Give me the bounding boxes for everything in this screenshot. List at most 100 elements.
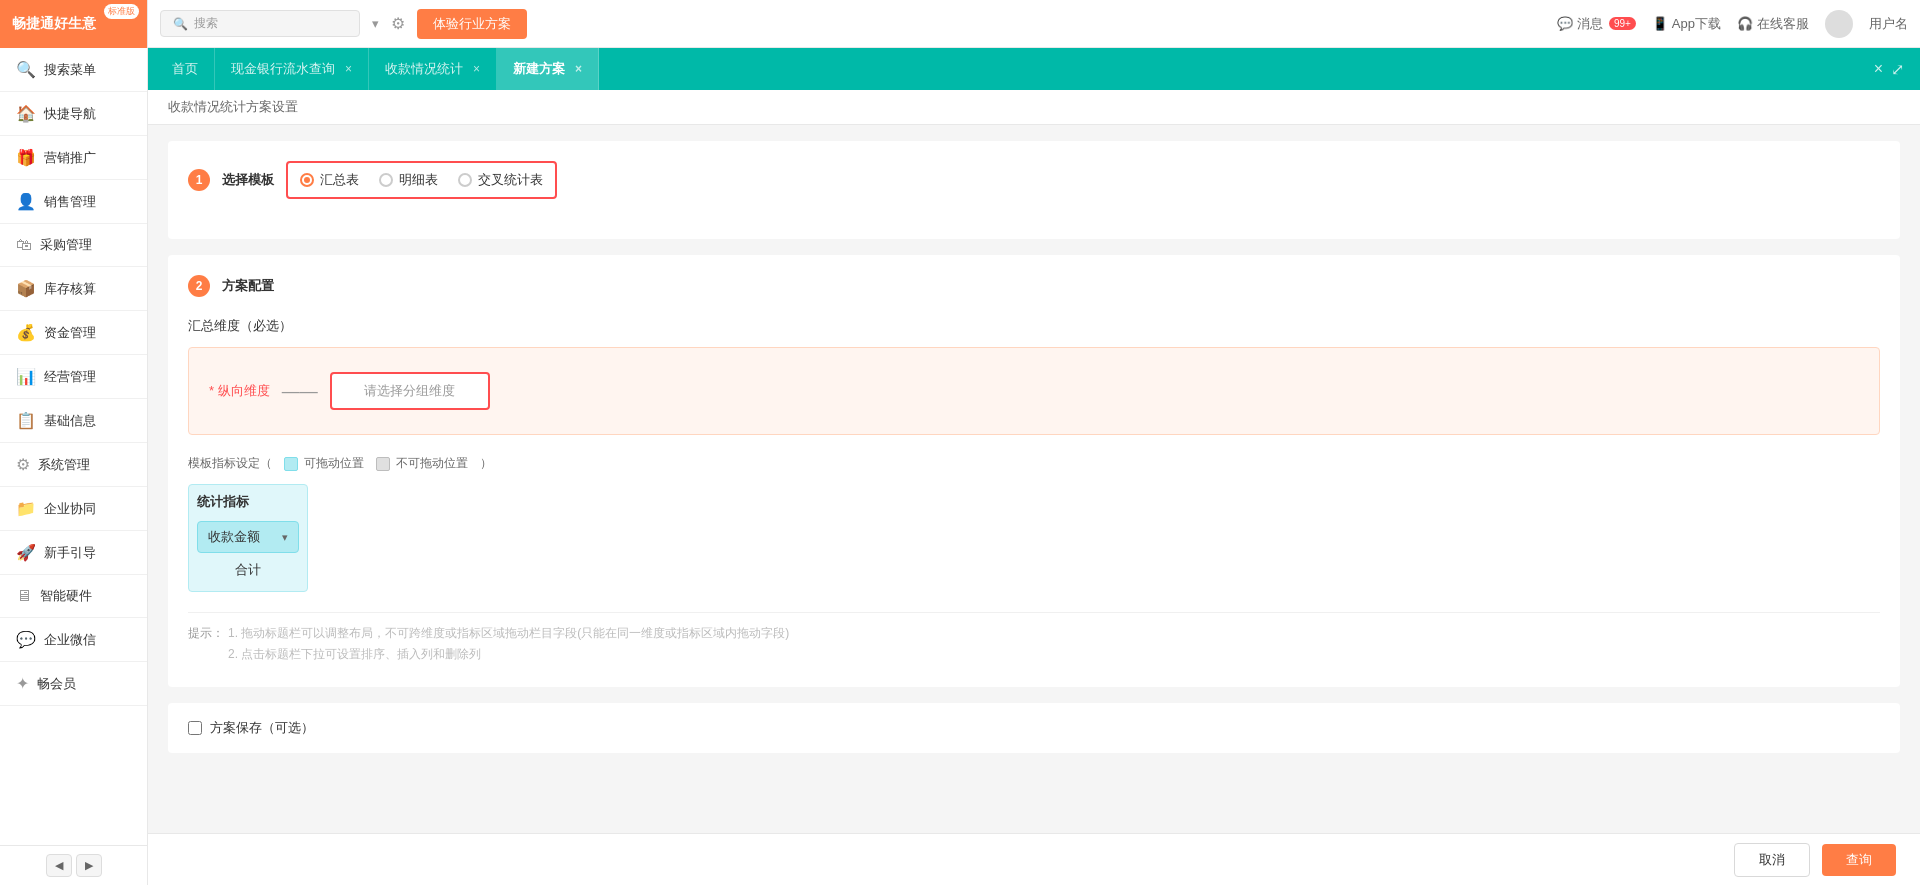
sidebar-item-sys-mgmt[interactable]: ⚙ 系统管理 xyxy=(0,443,147,487)
tips-row: 提示： 1. 拖动标题栏可以调整布局，不可跨维度或指标区域拖动栏目字段(只能在同… xyxy=(188,625,1880,667)
radio-cross-label: 交叉统计表 xyxy=(478,171,543,189)
sidebar-item-member[interactable]: ✦ 畅会员 xyxy=(0,662,147,706)
radio-detail[interactable]: 明细表 xyxy=(379,171,438,189)
sidebar-item-hardware[interactable]: 🖥 智能硬件 xyxy=(0,575,147,618)
sidebar-item-sales[interactable]: 👤 销售管理 xyxy=(0,180,147,224)
sidebar-item-inventory[interactable]: 📦 库存核算 xyxy=(0,267,147,311)
funds-label: 资金管理 xyxy=(44,324,96,342)
sidebar-item-operation[interactable]: 📊 经营管理 xyxy=(0,355,147,399)
draggable-legend: 可拖动位置 xyxy=(284,455,364,472)
non-draggable-legend: 不可拖动位置 xyxy=(376,455,468,472)
user-avatar[interactable] xyxy=(1825,10,1853,38)
query-button[interactable]: 查询 xyxy=(1822,844,1896,876)
vertical-dimension-label: * 纵向维度 xyxy=(209,382,270,400)
sidebar-bottom: ◀ ▶ xyxy=(0,845,147,885)
tab-label-bank-flow: 现金银行流水查询 xyxy=(231,60,335,78)
step1-title: 选择模板 xyxy=(222,171,274,189)
step2-row: 2 方案配置 xyxy=(188,275,1880,297)
operation-label: 经营管理 xyxy=(44,368,96,386)
content-area: 收款情况统计方案设置 1 选择模板 汇总表 xyxy=(148,90,1920,833)
radio-cross[interactable]: 交叉统计表 xyxy=(458,171,543,189)
non-draggable-legend-label: 不可拖动位置 xyxy=(396,455,468,472)
marketing-label: 营销推广 xyxy=(44,149,96,167)
notification-icon: 💬 xyxy=(1557,16,1573,31)
sidebar-item-guide[interactable]: 🚀 新手引导 xyxy=(0,531,147,575)
tab-close-new-plan[interactable]: × xyxy=(575,62,582,76)
indicator-tag-label: 收款金额 xyxy=(208,528,260,546)
topbar-right: 💬 消息 99+ 📱 App下载 🎧 在线客服 用户名 xyxy=(1557,10,1908,38)
tip-item-1: 1. 拖动标题栏可以调整布局，不可跨维度或指标区域拖动栏目字段(只能在同一维度或… xyxy=(228,625,789,642)
radio-summary[interactable]: 汇总表 xyxy=(300,171,359,189)
tab-home[interactable]: 首页 xyxy=(156,48,215,90)
indicator-total: 合计 xyxy=(197,557,299,583)
download-item[interactable]: 📱 App下载 xyxy=(1652,15,1721,33)
template-options-box: 汇总表 明细表 交叉统计表 xyxy=(286,161,557,199)
wechat-icon: 💬 xyxy=(16,630,36,649)
main-area: 🔍 搜索 ▾ ⚙ 体验行业方案 💬 消息 99+ 📱 App下载 🎧 在线客服 … xyxy=(148,0,1920,885)
non-draggable-legend-box xyxy=(376,457,390,471)
sidebar-item-marketing[interactable]: 🎁 营销推广 xyxy=(0,136,147,180)
topbar: 🔍 搜索 ▾ ⚙ 体验行业方案 💬 消息 99+ 📱 App下载 🎧 在线客服 … xyxy=(148,0,1920,48)
expand-window-icon[interactable]: ⤢ xyxy=(1891,60,1904,79)
plan-config: 汇总维度（必选） * 纵向维度 —— 请选择分组维度 模板指标设定（ xyxy=(188,317,1880,667)
tab-bank-flow[interactable]: 现金银行流水查询 × xyxy=(215,48,369,90)
quick-nav-label: 快捷导航 xyxy=(44,105,96,123)
hardware-label: 智能硬件 xyxy=(40,587,92,605)
topbar-search[interactable]: 🔍 搜索 xyxy=(160,10,360,37)
save-checkbox[interactable] xyxy=(188,721,202,735)
tab-close-bank-flow[interactable]: × xyxy=(345,62,352,76)
sidebar-item-quick-nav[interactable]: 🏠 快捷导航 xyxy=(0,92,147,136)
notification-item[interactable]: 💬 消息 99+ xyxy=(1557,15,1636,33)
notification-label: 消息 xyxy=(1577,15,1603,33)
tab-label-new-plan: 新建方案 xyxy=(513,60,565,78)
indicator-tag-collection[interactable]: 收款金额 ▾ xyxy=(197,521,299,553)
search-menu-icon: 🔍 xyxy=(16,60,36,79)
sidebar-item-enterprise[interactable]: 📁 企业协同 xyxy=(0,487,147,531)
tab-collection-stat[interactable]: 收款情况统计 × xyxy=(369,48,497,90)
dimension-area: * 纵向维度 —— 请选择分组维度 xyxy=(188,347,1880,435)
radio-dot-cross xyxy=(458,173,472,187)
tips-section: 提示： 1. 拖动标题栏可以调整布局，不可跨维度或指标区域拖动栏目字段(只能在同… xyxy=(188,612,1880,667)
sidebar-bottom-btn1[interactable]: ◀ xyxy=(46,854,72,877)
sys-mgmt-icon: ⚙ xyxy=(16,455,30,474)
tip-item-2: 2. 点击标题栏下拉可设置排序、插入列和删除列 xyxy=(228,646,789,663)
search-icon: 🔍 xyxy=(173,17,188,31)
sidebar-item-purchase[interactable]: 🛍 采购管理 xyxy=(0,224,147,267)
save-section: 方案保存（可选） xyxy=(168,703,1900,753)
summary-dimension-title: 汇总维度（必选） xyxy=(188,317,1880,335)
sidebar-item-base-info[interactable]: 📋 基础信息 xyxy=(0,399,147,443)
user-name: 用户名 xyxy=(1869,15,1908,33)
dimension-arrow: —— xyxy=(282,381,318,402)
footer: 取消 查询 xyxy=(148,833,1920,885)
draggable-legend-label: 可拖动位置 xyxy=(304,455,364,472)
guide-icon: 🚀 xyxy=(16,543,36,562)
sidebar-item-search-menu[interactable]: 🔍 搜索菜单 xyxy=(0,48,147,92)
step2-title: 方案配置 xyxy=(222,277,274,295)
tab-label-collection-stat: 收款情况统计 xyxy=(385,60,463,78)
close-window-icon[interactable]: × xyxy=(1874,60,1883,78)
sidebar-item-wechat[interactable]: 💬 企业微信 xyxy=(0,618,147,662)
sales-icon: 👤 xyxy=(16,192,36,211)
trial-button[interactable]: 体验行业方案 xyxy=(417,9,527,39)
template-radio-group: 汇总表 明细表 交叉统计表 xyxy=(300,171,543,189)
cancel-button[interactable]: 取消 xyxy=(1734,843,1810,877)
indicators-section: 模板指标设定（ 可拖动位置 不可拖动位置 ） xyxy=(188,455,1880,592)
topbar-dropdown-arrow[interactable]: ▾ xyxy=(372,16,379,31)
sidebar-item-funds[interactable]: 💰 资金管理 xyxy=(0,311,147,355)
hardware-icon: 🖥 xyxy=(16,587,32,605)
member-icon: ✦ xyxy=(16,674,29,693)
wechat-label: 企业微信 xyxy=(44,631,96,649)
sidebar-logo-badge: 标准版 xyxy=(104,4,139,19)
sidebar-bottom-btn2[interactable]: ▶ xyxy=(76,854,102,877)
indicator-dropdown-arrow[interactable]: ▾ xyxy=(282,531,288,544)
funds-icon: 💰 xyxy=(16,323,36,342)
operation-icon: 📊 xyxy=(16,367,36,386)
radio-dot-summary xyxy=(300,173,314,187)
tabbar-actions: × ⤢ xyxy=(1874,60,1912,79)
tab-new-plan[interactable]: 新建方案 × xyxy=(497,48,599,90)
radio-summary-label: 汇总表 xyxy=(320,171,359,189)
dimension-select-button[interactable]: 请选择分组维度 xyxy=(330,372,490,410)
settings-icon[interactable]: ⚙ xyxy=(391,14,405,33)
service-item[interactable]: 🎧 在线客服 xyxy=(1737,15,1809,33)
tab-close-collection-stat[interactable]: × xyxy=(473,62,480,76)
